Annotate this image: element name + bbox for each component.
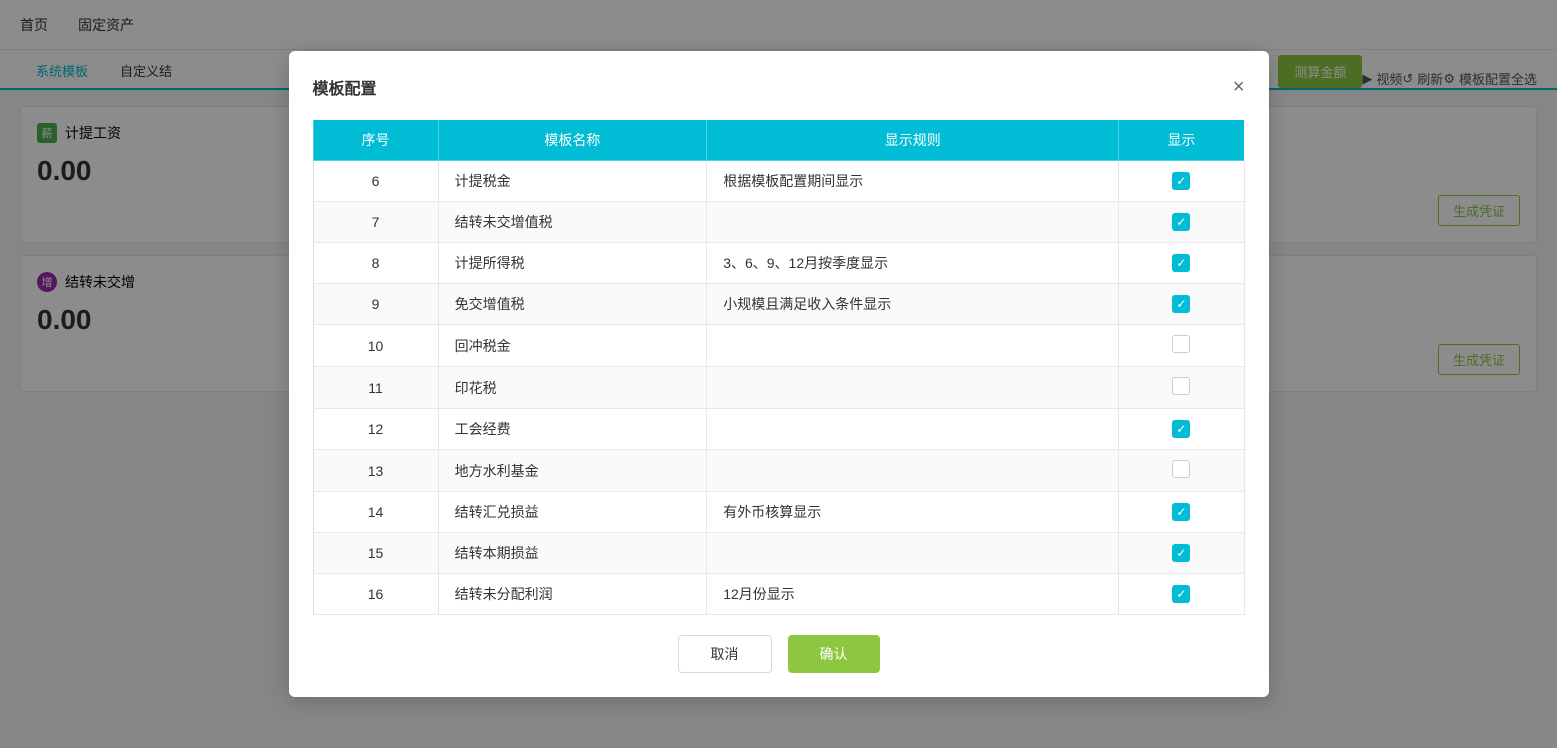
cell-display: ✓	[1119, 533, 1244, 574]
table-row: 6计提税金根据模板配置期间显示 ✓	[313, 161, 1244, 202]
table-row: 9免交增值税小规模且满足收入条件显示 ✓	[313, 284, 1244, 325]
template-config-modal: 模板配置 × 序号 模板名称 显示规则 显示 6计提税金根据模板配置期间显示✓7…	[289, 51, 1269, 697]
cell-name: 结转未分配利润	[438, 574, 707, 615]
cell-rule	[707, 450, 1119, 492]
modal-footer: 取消 确认	[313, 635, 1245, 673]
checkbox-checked[interactable]: ✓	[1172, 420, 1190, 438]
cell-rule: 小规模且满足收入条件显示	[707, 284, 1119, 325]
cell-name: 结转本期损益	[438, 533, 707, 574]
cell-display: ✓	[1119, 284, 1244, 325]
modal-overlay: 模板配置 × 序号 模板名称 显示规则 显示 6计提税金根据模板配置期间显示✓7…	[0, 0, 1557, 748]
cell-display	[1119, 367, 1244, 409]
cell-name: 计提所得税	[438, 243, 707, 284]
cell-display: ✓	[1119, 409, 1244, 450]
config-table: 序号 模板名称 显示规则 显示 6计提税金根据模板配置期间显示✓7结转未交增值税…	[313, 119, 1245, 615]
cell-display	[1119, 450, 1244, 492]
checkbox-checked[interactable]: ✓	[1172, 503, 1190, 521]
table-row: 10回冲税金	[313, 325, 1244, 367]
cell-name: 回冲税金	[438, 325, 707, 367]
cell-rule	[707, 367, 1119, 409]
table-header-row: 序号 模板名称 显示规则 显示	[313, 120, 1244, 161]
cell-seq: 15	[313, 533, 438, 574]
cell-display: ✓	[1119, 574, 1244, 615]
cell-display: ✓	[1119, 243, 1244, 284]
cell-seq: 16	[313, 574, 438, 615]
cell-display: ✓	[1119, 492, 1244, 533]
checkbox-checked[interactable]: ✓	[1172, 295, 1190, 313]
cell-rule	[707, 409, 1119, 450]
cell-name: 印花税	[438, 367, 707, 409]
table-row: 15结转本期损益 ✓	[313, 533, 1244, 574]
cell-seq: 10	[313, 325, 438, 367]
cell-seq: 7	[313, 202, 438, 243]
cell-name: 结转汇兑损益	[438, 492, 707, 533]
checkbox-unchecked[interactable]	[1172, 460, 1190, 478]
cancel-button[interactable]: 取消	[678, 635, 772, 673]
table-wrapper[interactable]: 序号 模板名称 显示规则 显示 6计提税金根据模板配置期间显示✓7结转未交增值税…	[313, 119, 1245, 615]
checkbox-unchecked[interactable]	[1172, 335, 1190, 353]
cell-name: 工会经费	[438, 409, 707, 450]
cell-seq: 13	[313, 450, 438, 492]
modal-title: 模板配置	[313, 75, 377, 99]
cell-rule: 有外币核算显示	[707, 492, 1119, 533]
cell-name: 结转未交增值税	[438, 202, 707, 243]
cell-seq: 8	[313, 243, 438, 284]
cell-name: 免交增值税	[438, 284, 707, 325]
col-name: 模板名称	[438, 120, 707, 161]
table-row: 12工会经费 ✓	[313, 409, 1244, 450]
col-seq: 序号	[313, 120, 438, 161]
cell-display: ✓	[1119, 161, 1244, 202]
cell-seq: 14	[313, 492, 438, 533]
col-display: 显示	[1119, 120, 1244, 161]
col-rule: 显示规则	[707, 120, 1119, 161]
cell-seq: 6	[313, 161, 438, 202]
cell-seq: 9	[313, 284, 438, 325]
modal-header: 模板配置 ×	[313, 75, 1245, 99]
table-row: 11印花税	[313, 367, 1244, 409]
modal-close-button[interactable]: ×	[1233, 77, 1245, 97]
cell-rule	[707, 202, 1119, 243]
table-row: 7结转未交增值税 ✓	[313, 202, 1244, 243]
table-row: 13地方水利基金	[313, 450, 1244, 492]
table-row: 8计提所得税3、6、9、12月按季度显示 ✓	[313, 243, 1244, 284]
checkbox-checked[interactable]: ✓	[1172, 172, 1190, 190]
cell-name: 地方水利基金	[438, 450, 707, 492]
cell-rule: 根据模板配置期间显示	[707, 161, 1119, 202]
confirm-button[interactable]: 确认	[788, 635, 880, 673]
cell-display	[1119, 325, 1244, 367]
cell-name: 计提税金	[438, 161, 707, 202]
checkbox-checked[interactable]: ✓	[1172, 213, 1190, 231]
cell-seq: 11	[313, 367, 438, 409]
checkbox-checked[interactable]: ✓	[1172, 585, 1190, 603]
table-row: 16结转未分配利润12月份显示 ✓	[313, 574, 1244, 615]
cell-rule: 12月份显示	[707, 574, 1119, 615]
cell-display: ✓	[1119, 202, 1244, 243]
table-row: 14结转汇兑损益有外币核算显示 ✓	[313, 492, 1244, 533]
cell-seq: 12	[313, 409, 438, 450]
cell-rule	[707, 325, 1119, 367]
cell-rule: 3、6、9、12月按季度显示	[707, 243, 1119, 284]
checkbox-checked[interactable]: ✓	[1172, 254, 1190, 272]
checkbox-checked[interactable]: ✓	[1172, 544, 1190, 562]
cell-rule	[707, 533, 1119, 574]
checkbox-unchecked[interactable]	[1172, 377, 1190, 395]
